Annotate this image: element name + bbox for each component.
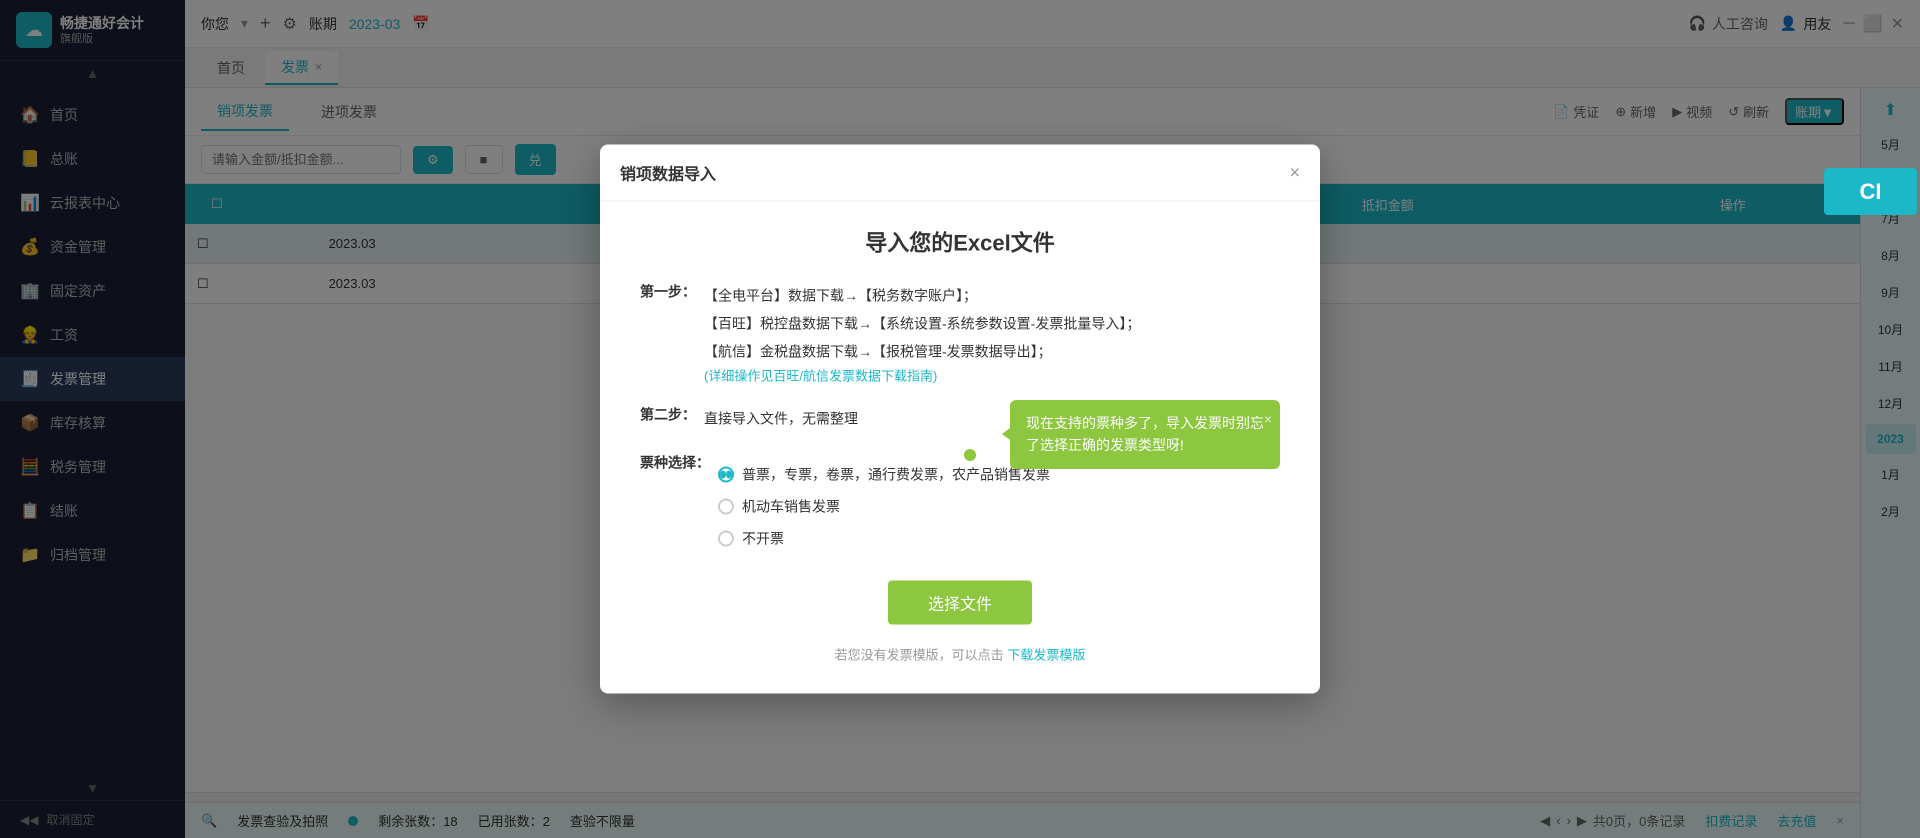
radio-label-3: 不开票 xyxy=(742,529,784,549)
ticket-label: 票种选择： xyxy=(640,453,710,473)
step1-section: 第一步： 【全电平台】数据下载→【税务数字账户】； 【百旺】税控盘数据下载→【系… xyxy=(640,282,1280,385)
radio-label-2: 机动车销售发票 xyxy=(742,497,840,517)
tooltip-close-button[interactable]: × xyxy=(1264,408,1272,430)
guide-link[interactable]: 百旺/航信发票数据下载指南 xyxy=(773,369,933,384)
radio-label-1: 普票，专票，卷票，通行费发票，农产品销售发票 xyxy=(742,465,1050,485)
ci-badge: CI xyxy=(1824,168,1917,215)
modal-title: 销项数据导入 xyxy=(620,161,716,185)
radio-circle-1 xyxy=(718,467,734,483)
radio-circle-2 xyxy=(718,499,734,515)
tooltip-dot xyxy=(964,449,976,461)
tooltip-text: 现在支持的票种多了，导入发票时别忘了选择正确的发票类型呀! xyxy=(1026,415,1264,453)
modal-header: 销项数据导入 × xyxy=(600,145,1320,202)
modal-main-title: 导入您的Excel文件 xyxy=(640,226,1280,258)
step2-label: 第二步： xyxy=(640,405,696,425)
select-file-button[interactable]: 选择文件 xyxy=(888,581,1032,625)
footer-text: 若您没有发票模版，可以点击 xyxy=(835,648,1004,663)
modal-close-button[interactable]: × xyxy=(1289,162,1300,183)
step1-line3: 【航信】金税盘数据下载→【报税管理-发票数据导出】； xyxy=(704,338,1140,366)
radio-option-3[interactable]: 不开票 xyxy=(718,529,1050,549)
step1-label: 第一步： xyxy=(640,282,696,302)
radio-group: 普票，专票，卷票，通行费发票，农产品销售发票 机动车销售发票 不开票 xyxy=(718,465,1050,549)
step1-line1: 【全电平台】数据下载→【税务数字账户】； xyxy=(704,282,1140,310)
download-template-link[interactable]: 下载发票模版 xyxy=(1007,648,1085,663)
radio-circle-3 xyxy=(718,531,734,547)
modal-footer: 若您没有发票模版，可以点击 下载发票模版 xyxy=(640,645,1280,664)
step1-line2: 【百旺】税控盘数据下载→【系统设置-系统参数设置-发票批量导入】； xyxy=(704,310,1140,338)
step1-hint[interactable]: (详细操作见百旺/航信发票数据下载指南) xyxy=(704,366,1140,385)
radio-option-2[interactable]: 机动车销售发票 xyxy=(718,497,1050,517)
step2-text: 直接导入文件，无需整理 xyxy=(704,409,858,429)
radio-option-1[interactable]: 普票，专票，卷票，通行费发票，农产品销售发票 xyxy=(718,465,1050,485)
tooltip-popup: × 现在支持的票种多了，导入发票时别忘了选择正确的发票类型呀! xyxy=(1010,400,1280,469)
